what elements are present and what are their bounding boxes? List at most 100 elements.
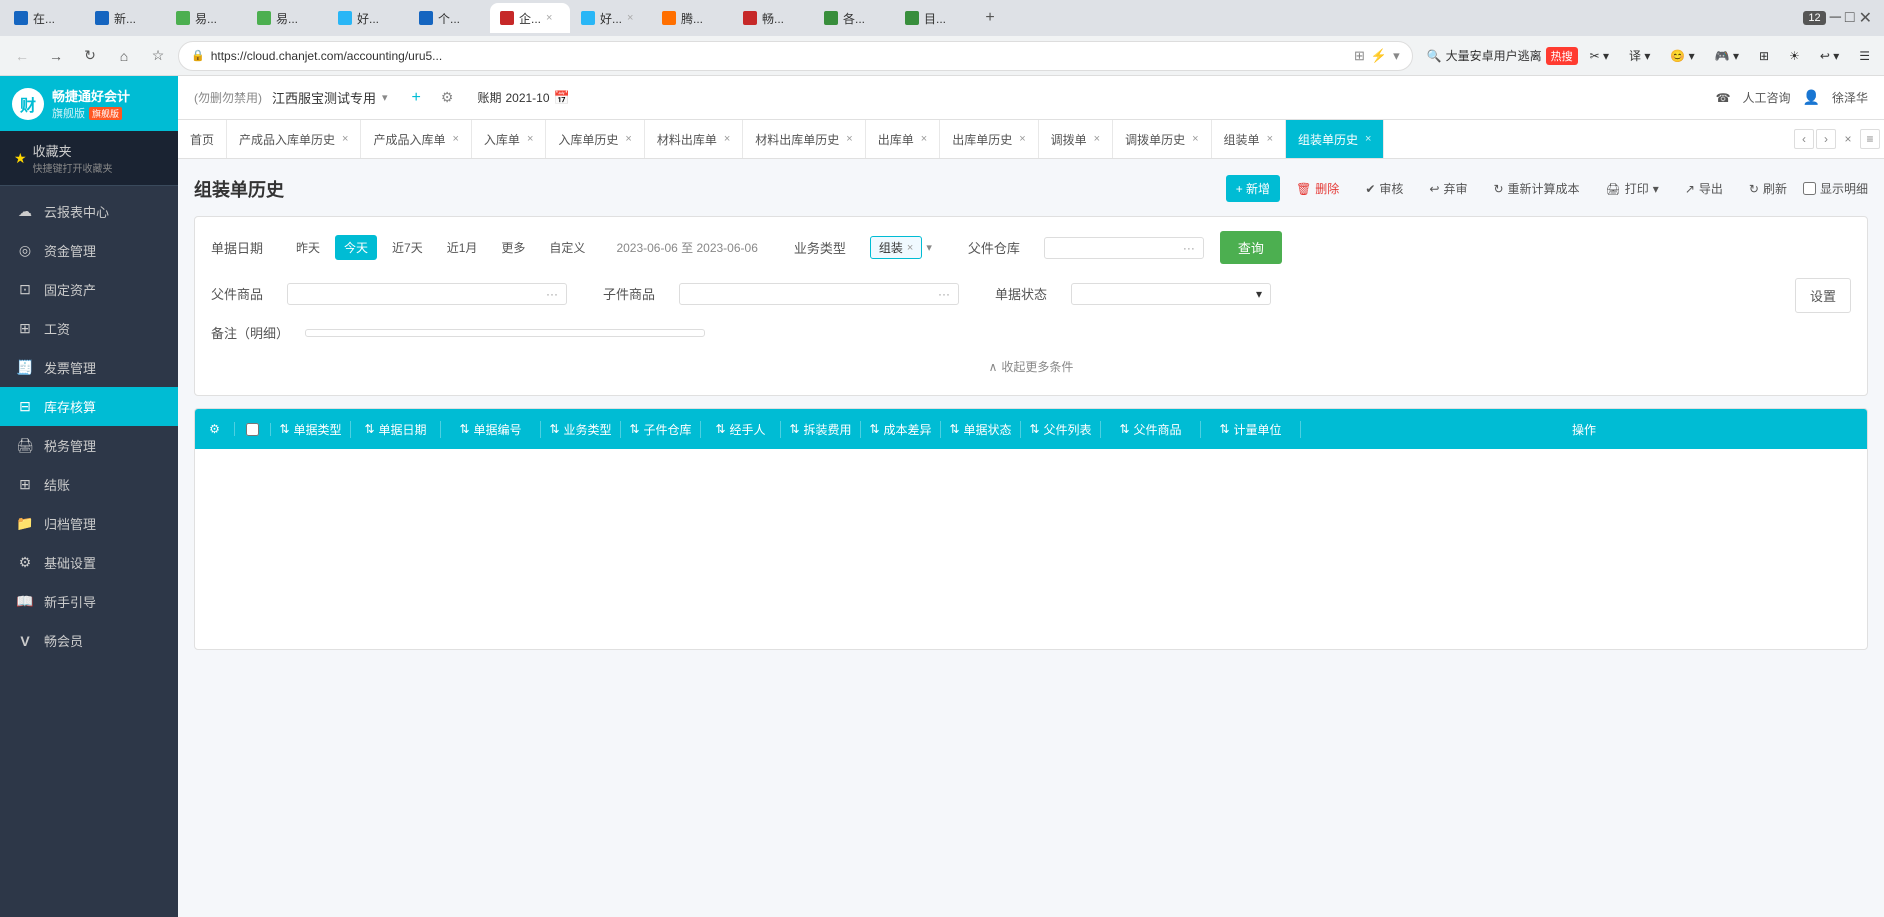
close-tab-button[interactable]: × (1838, 129, 1858, 149)
nav-item-inventory[interactable]: ⊟ 库存核算 (0, 387, 178, 426)
col-header-disassemble-fee[interactable]: ⇅ 拆装费用 (781, 421, 861, 438)
settings-button[interactable]: 设置 (1795, 278, 1851, 313)
date-option-custom[interactable]: 自定义 (540, 235, 594, 260)
cut-tool[interactable]: ✂ ▾ (1584, 47, 1615, 65)
tab-transfer-history[interactable]: 调拨单历史 × (1113, 120, 1211, 158)
tab-close[interactable]: × (1192, 133, 1198, 145)
brightness-tool[interactable]: ☀ (1783, 47, 1806, 65)
col-header-parent-list[interactable]: ⇅ 父件列表 (1021, 421, 1101, 438)
tab-inbound-history[interactable]: 入库单历史 × (546, 120, 644, 158)
query-button[interactable]: 查询 (1220, 231, 1282, 264)
child-goods-more[interactable]: ··· (938, 287, 950, 301)
company-selector[interactable]: (勿删勿禁用) 江西服宝测试专用 ▾ (194, 88, 388, 107)
show-detail-checkbox[interactable] (1803, 182, 1816, 195)
address-dropdown[interactable]: ▾ (1393, 48, 1400, 64)
col-header-unit[interactable]: ⇅ 计量单位 (1201, 421, 1301, 438)
child-goods-input[interactable]: ··· (679, 283, 959, 305)
translate-tool[interactable]: 译 ▾ (1623, 45, 1656, 66)
nav-item-settle[interactable]: ⊞ 结账 (0, 465, 178, 504)
lightning-icon[interactable]: ⚡ (1371, 48, 1387, 64)
date-option-1month[interactable]: 近1月 (438, 235, 487, 260)
nav-menu-button[interactable]: ≡ (1860, 129, 1880, 149)
tab-material-outbound-history[interactable]: 材料出库单历史 × (743, 120, 865, 158)
browser-tab-5[interactable]: 好... (328, 3, 408, 33)
delete-button[interactable]: 🗑 删除 (1286, 175, 1349, 202)
abandon-button[interactable]: ↩ 弃审 (1419, 175, 1477, 202)
tab-outbound[interactable]: 出库单 × (866, 120, 940, 158)
nav-item-member[interactable]: V 畅会员 (0, 621, 178, 660)
collapse-button[interactable]: ∧ 收起更多条件 (211, 352, 1851, 381)
home-button[interactable]: ⌂ (110, 42, 138, 70)
parent-goods-input[interactable]: ··· (287, 283, 567, 305)
print-button[interactable]: 🖨 打印 ▾ (1596, 175, 1669, 202)
tab-close[interactable]: × (846, 133, 852, 145)
bookmark-button[interactable]: ☆ (144, 42, 172, 70)
select-all-checkbox[interactable] (235, 423, 271, 436)
new-tab-button[interactable]: + (976, 4, 1004, 32)
tab-transfer[interactable]: 调拨单 × (1039, 120, 1113, 158)
header-checkbox[interactable] (246, 423, 259, 436)
nav-item-cloud-reports[interactable]: ☁ 云报表中心 (0, 192, 178, 231)
tab-production-inbound[interactable]: 产成品入库单 × (361, 120, 471, 158)
maximize-button[interactable]: □ (1845, 9, 1855, 27)
print-dropdown[interactable]: ▾ (1653, 182, 1659, 196)
service-label[interactable]: 人工咨询 (1743, 89, 1791, 106)
nav-right-arrow[interactable]: › (1816, 129, 1836, 149)
nav-left-arrow[interactable]: ‹ (1794, 129, 1814, 149)
nav-item-guide[interactable]: 📖 新手引导 (0, 582, 178, 621)
qr-icon[interactable]: ⊞ (1354, 48, 1365, 64)
column-settings-button[interactable]: ⚙ (195, 422, 235, 436)
export-button[interactable]: ↗ 导出 (1675, 175, 1733, 202)
col-header-handler[interactable]: ⇅ 经手人 (701, 421, 781, 438)
tab-outbound-history[interactable]: 出库单历史 × (940, 120, 1038, 158)
close-button[interactable]: ✕ (1859, 8, 1872, 28)
nav-item-archive[interactable]: 📁 归档管理 (0, 504, 178, 543)
browser-tab-3[interactable]: 易... (166, 3, 246, 33)
col-header-status[interactable]: ⇅ 单据状态 (941, 421, 1021, 438)
address-bar[interactable]: 🔒 https://cloud.chanjet.com/accounting/u… (178, 41, 1413, 71)
browser-tab-8[interactable]: 好... × (571, 3, 651, 33)
date-option-more[interactable]: 更多 (492, 235, 534, 260)
tab-close[interactable]: × (1267, 133, 1273, 145)
tab-close[interactable]: × (342, 133, 348, 145)
browser-tab-9[interactable]: 腾... (652, 3, 732, 33)
emoji-tool[interactable]: 😊 ▾ (1664, 47, 1700, 65)
nav-item-settings[interactable]: ⚙ 基础设置 (0, 543, 178, 582)
game-tool[interactable]: 🎮 ▾ (1709, 47, 1745, 65)
tab-assembly[interactable]: 组装单 × (1212, 120, 1286, 158)
minimize-button[interactable]: ─ (1830, 9, 1841, 27)
browser-tab-2[interactable]: 新... (85, 3, 165, 33)
browser-tab-12[interactable]: 目... (895, 3, 975, 33)
col-header-cost-diff[interactable]: ⇅ 成本差异 (861, 421, 941, 438)
tab-inbound[interactable]: 入库单 × (472, 120, 546, 158)
browser-tab-6[interactable]: 个... (409, 3, 489, 33)
refresh-button[interactable]: ↻ 刷新 (1739, 175, 1797, 202)
warehouse-input[interactable]: ··· (1044, 237, 1204, 259)
note-input[interactable] (305, 329, 705, 337)
refresh-browser-button[interactable]: ↻ (76, 42, 104, 70)
review-button[interactable]: ✔ 审核 (1355, 175, 1413, 202)
settings-config[interactable]: ⚙ (441, 89, 454, 106)
col-header-parent-goods[interactable]: ⇅ 父件商品 (1101, 421, 1201, 438)
undo-tool[interactable]: ↩ ▾ (1814, 47, 1845, 65)
parent-goods-more[interactable]: ··· (546, 287, 558, 301)
favorites-section[interactable]: ★ 收藏夹 快捷键打开收藏夹 (0, 131, 178, 186)
tab-material-outbound[interactable]: 材料出库单 × (645, 120, 743, 158)
search-bar[interactable]: 🔍 大量安卓用户逃离 热搜 (1427, 47, 1578, 65)
company-dropdown[interactable]: ▾ (382, 91, 388, 104)
tab-close[interactable]: × (527, 133, 533, 145)
browser-tab-active[interactable]: 企... × (490, 3, 570, 33)
browser-tab-4[interactable]: 易... (247, 3, 327, 33)
col-header-date[interactable]: ⇅ 单据日期 (351, 421, 441, 438)
recalculate-button[interactable]: ↻ 重新计算成本 (1483, 175, 1589, 202)
col-header-type[interactable]: ⇅ 单据类型 (271, 421, 351, 438)
tab-close[interactable]: × (1019, 133, 1025, 145)
date-option-today[interactable]: 今天 (335, 235, 377, 260)
col-header-business[interactable]: ⇅ 业务类型 (541, 421, 621, 438)
nav-item-salary[interactable]: ⊞ 工资 (0, 309, 178, 348)
tab-assembly-history[interactable]: 组装单历史 × (1286, 120, 1384, 158)
back-button[interactable]: ← (8, 42, 36, 70)
add-button[interactable]: + 新增 (1226, 175, 1280, 202)
date-option-7days[interactable]: 近7天 (383, 235, 432, 260)
more-options-icon[interactable]: ··· (1183, 241, 1195, 255)
